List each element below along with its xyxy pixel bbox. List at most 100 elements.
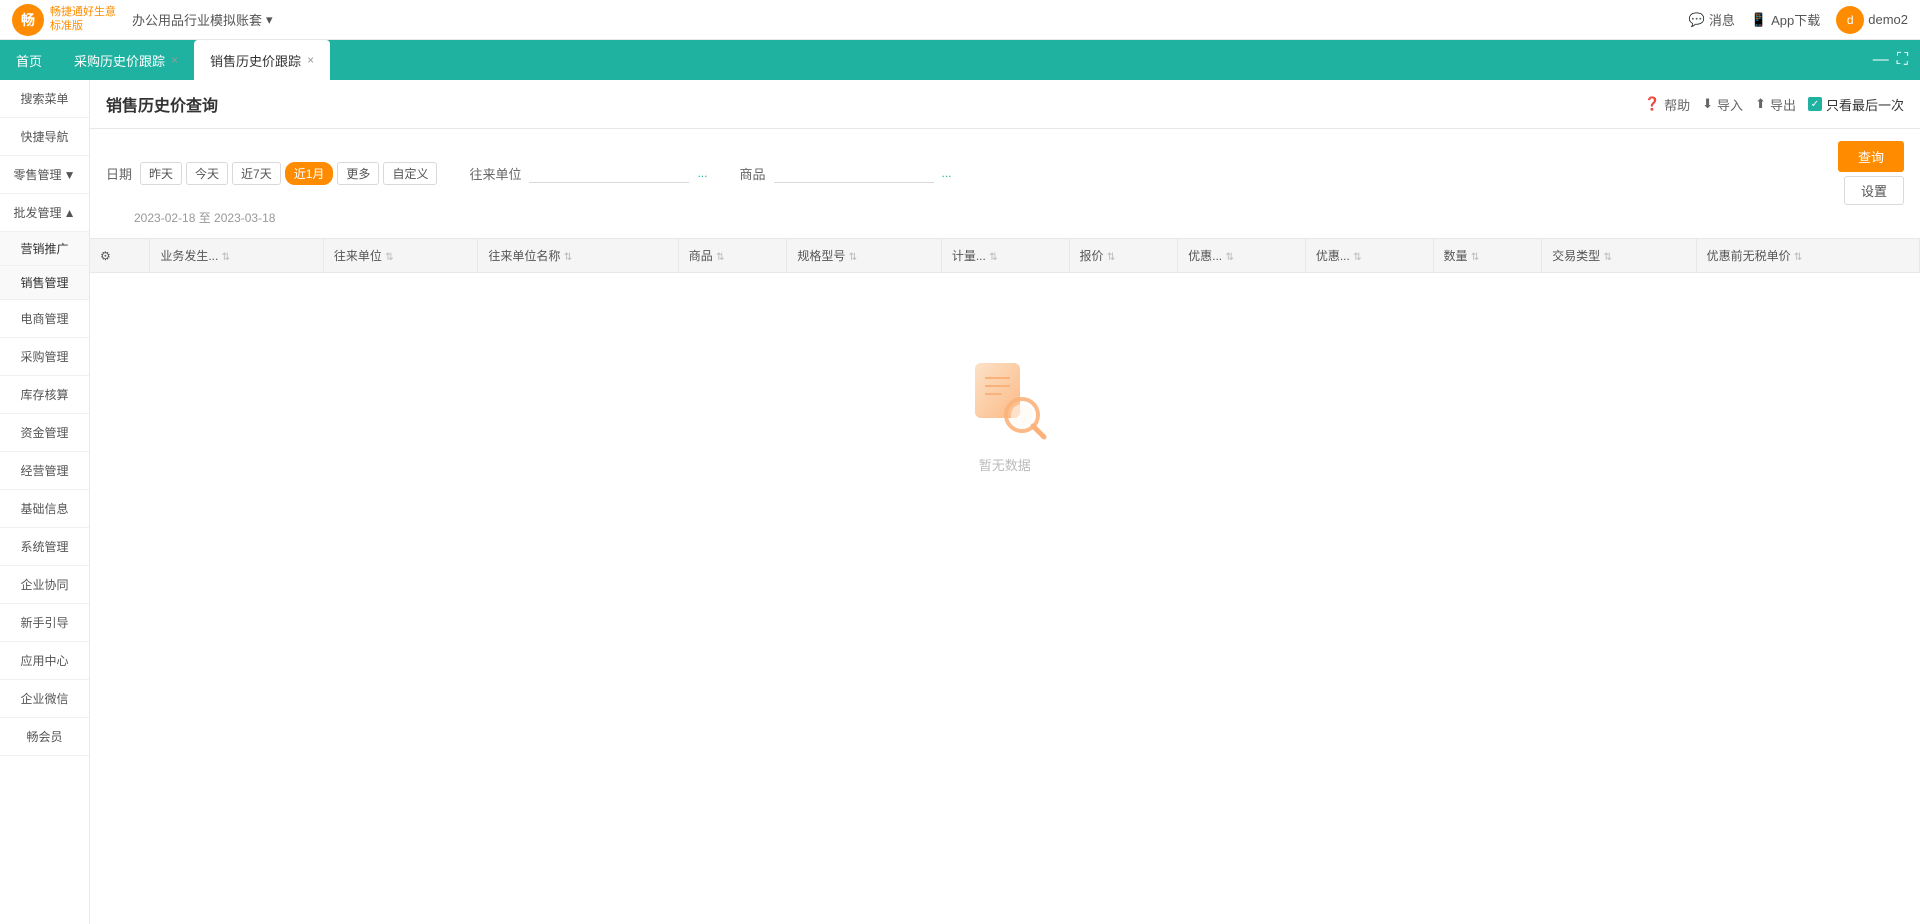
- th-business-date[interactable]: 业务发生... ⇅: [150, 239, 324, 273]
- th-trade-type[interactable]: 交易类型 ⇅: [1542, 239, 1696, 273]
- maximize-icon[interactable]: ⛶: [1897, 51, 1908, 69]
- minimize-icon[interactable]: —: [1873, 51, 1889, 69]
- content-area: 销售历史价查询 ❓ 帮助 ⬇ 导入 ⬆ 导出 ✓ 只: [90, 80, 1920, 924]
- th-discount1[interactable]: 优惠... ⇅: [1178, 239, 1306, 273]
- sort-icon: ⇅: [1471, 252, 1479, 263]
- sort-icon: ⇅: [1353, 252, 1361, 263]
- tab-close-sales[interactable]: ×: [307, 53, 314, 67]
- date-btn-more[interactable]: 更多: [337, 162, 379, 185]
- empty-illustration: [960, 353, 1050, 443]
- date-range-display: 2023-02-18 至 2023-03-18: [106, 209, 1904, 226]
- chevron-up-icon: ▲: [64, 206, 76, 220]
- sidebar-item-wechat[interactable]: 企业微信: [0, 680, 89, 718]
- sort-icon: ⇅: [1107, 252, 1115, 263]
- sort-icon: ⇅: [716, 252, 724, 263]
- partner-input[interactable]: [529, 163, 689, 183]
- sidebar-item-apps[interactable]: 应用中心: [0, 642, 89, 680]
- sort-icon: ⇅: [564, 252, 572, 263]
- sort-icon: ⇅: [1603, 252, 1611, 263]
- logo-area: 畅 畅捷通好生意 标准版: [12, 4, 116, 36]
- partner-label: 往来单位: [469, 164, 521, 183]
- tab-home[interactable]: 首页: [0, 40, 58, 80]
- app-download-button[interactable]: 📱 App下载: [1751, 10, 1820, 29]
- partner-filter: 往来单位 ...: [469, 163, 707, 183]
- chevron-down-icon: ▾: [266, 12, 273, 28]
- th-partner-name[interactable]: 往来单位名称 ⇅: [478, 239, 678, 273]
- sidebar-item-marketing[interactable]: 营销推广: [0, 232, 89, 266]
- tab-bar-actions: — ⛶: [1873, 51, 1920, 69]
- date-btn-1month[interactable]: 近1月: [285, 162, 334, 185]
- import-icon: ⬇: [1702, 96, 1713, 112]
- sidebar-item-member[interactable]: 畅会员: [0, 718, 89, 756]
- th-qty[interactable]: 数量 ⇅: [1433, 239, 1542, 273]
- product-filter: 商品 ...: [739, 163, 951, 183]
- date-btn-custom[interactable]: 自定义: [383, 162, 437, 185]
- top-bar: 畅 畅捷通好生意 标准版 办公用品行业模拟账套 ▾ 💬 消息 📱 App下载 d…: [0, 0, 1920, 40]
- th-partner[interactable]: 往来单位 ⇅: [323, 239, 477, 273]
- sidebar-item-wholesale[interactable]: 批发管理 ▲: [0, 194, 89, 232]
- filter-row: 日期 昨天 今天 近7天 近1月 更多 自定义 往来单位 ...: [106, 141, 1904, 205]
- sidebar-item-retail[interactable]: 零售管理 ▼: [0, 156, 89, 194]
- date-label: 日期: [106, 164, 132, 183]
- th-pretax-price[interactable]: 优惠前无税单价 ⇅: [1696, 239, 1919, 273]
- th-price[interactable]: 报价 ⇅: [1069, 239, 1178, 273]
- chevron-down-icon: ▼: [64, 168, 76, 182]
- sort-icon: ⇅: [222, 252, 230, 263]
- page-header: 销售历史价查询 ❓ 帮助 ⬇ 导入 ⬆ 导出 ✓ 只: [90, 80, 1920, 129]
- last-only-checkbox[interactable]: ✓ 只看最后一次: [1808, 95, 1904, 114]
- app-selector[interactable]: 办公用品行业模拟账套 ▾: [124, 10, 281, 29]
- help-button[interactable]: ❓ 帮助: [1644, 95, 1690, 114]
- sort-icon: ⇅: [1225, 252, 1233, 263]
- table-header-row: ⚙ 业务发生... ⇅ 往来单位 ⇅ 往来单位名称 ⇅ 商品 ⇅ 规格型号 ⇅ …: [90, 239, 1920, 273]
- sidebar-item-guide[interactable]: 新手引导: [0, 604, 89, 642]
- th-product[interactable]: 商品 ⇅: [678, 239, 787, 273]
- sidebar-item-quicknav[interactable]: 快捷导航: [0, 118, 89, 156]
- tab-close-purchase[interactable]: ×: [171, 53, 178, 67]
- user-menu[interactable]: d demo2: [1836, 6, 1908, 34]
- sidebar-item-ecommerce[interactable]: 电商管理: [0, 300, 89, 338]
- product-label: 商品: [739, 164, 765, 183]
- date-btn-yesterday[interactable]: 昨天: [140, 162, 182, 185]
- table-container: ⚙ 业务发生... ⇅ 往来单位 ⇅ 往来单位名称 ⇅ 商品 ⇅ 规格型号 ⇅ …: [90, 239, 1920, 924]
- filter-actions: 查询 设置: [1838, 141, 1904, 205]
- product-picker-icon[interactable]: ...: [942, 166, 952, 180]
- avatar: d: [1836, 6, 1864, 34]
- sidebar-item-finance[interactable]: 资金管理: [0, 414, 89, 452]
- import-button[interactable]: ⬇ 导入: [1702, 95, 1743, 114]
- sidebar-item-basics[interactable]: 基础信息: [0, 490, 89, 528]
- query-button[interactable]: 查询: [1838, 141, 1904, 172]
- message-button[interactable]: 💬 消息: [1689, 10, 1735, 29]
- main-layout: 搜索菜单 快捷导航 零售管理 ▼ 批发管理 ▲ 营销推广 销售管理 电商管理 采…: [0, 80, 1920, 924]
- sort-icon: ⇅: [1794, 252, 1802, 263]
- tab-sales-history[interactable]: 销售历史价跟踪 ×: [194, 40, 330, 80]
- sidebar: 搜索菜单 快捷导航 零售管理 ▼ 批发管理 ▲ 营销推广 销售管理 电商管理 采…: [0, 80, 90, 924]
- th-discount2[interactable]: 优惠... ⇅: [1305, 239, 1433, 273]
- th-spec[interactable]: 规格型号 ⇅: [787, 239, 941, 273]
- product-input[interactable]: [774, 163, 934, 183]
- th-settings[interactable]: ⚙: [90, 239, 150, 273]
- filter-area: 日期 昨天 今天 近7天 近1月 更多 自定义 往来单位 ...: [90, 129, 1920, 239]
- sidebar-item-search[interactable]: 搜索菜单: [0, 80, 89, 118]
- date-btn-7days[interactable]: 近7天: [232, 162, 281, 185]
- logo-icon: 畅: [12, 4, 44, 36]
- sort-icon: ⇅: [849, 252, 857, 263]
- date-btn-today[interactable]: 今天: [186, 162, 228, 185]
- sidebar-item-system[interactable]: 系统管理: [0, 528, 89, 566]
- page-actions: ❓ 帮助 ⬇ 导入 ⬆ 导出 ✓ 只看最后一次: [1644, 95, 1904, 114]
- sidebar-item-inventory[interactable]: 库存核算: [0, 376, 89, 414]
- export-icon: ⬆: [1755, 96, 1766, 112]
- sidebar-item-purchase[interactable]: 采购管理: [0, 338, 89, 376]
- export-button[interactable]: ⬆ 导出: [1755, 95, 1796, 114]
- th-unit[interactable]: 计量... ⇅: [941, 239, 1069, 273]
- partner-picker-icon[interactable]: ...: [697, 166, 707, 180]
- sidebar-item-enterprise[interactable]: 企业协同: [0, 566, 89, 604]
- sidebar-item-operations[interactable]: 经营管理: [0, 452, 89, 490]
- sidebar-item-sales[interactable]: 销售管理: [0, 266, 89, 300]
- top-bar-left: 畅 畅捷通好生意 标准版 办公用品行业模拟账套 ▾: [12, 4, 281, 36]
- sort-icon: ⇅: [989, 252, 997, 263]
- setting-button[interactable]: 设置: [1844, 176, 1904, 205]
- empty-state: 暂无数据: [90, 273, 1920, 554]
- tab-purchase-history[interactable]: 采购历史价跟踪 ×: [58, 40, 194, 80]
- tab-bar: 首页 采购历史价跟踪 × 销售历史价跟踪 × — ⛶: [0, 40, 1920, 80]
- checkbox-icon: ✓: [1808, 97, 1822, 111]
